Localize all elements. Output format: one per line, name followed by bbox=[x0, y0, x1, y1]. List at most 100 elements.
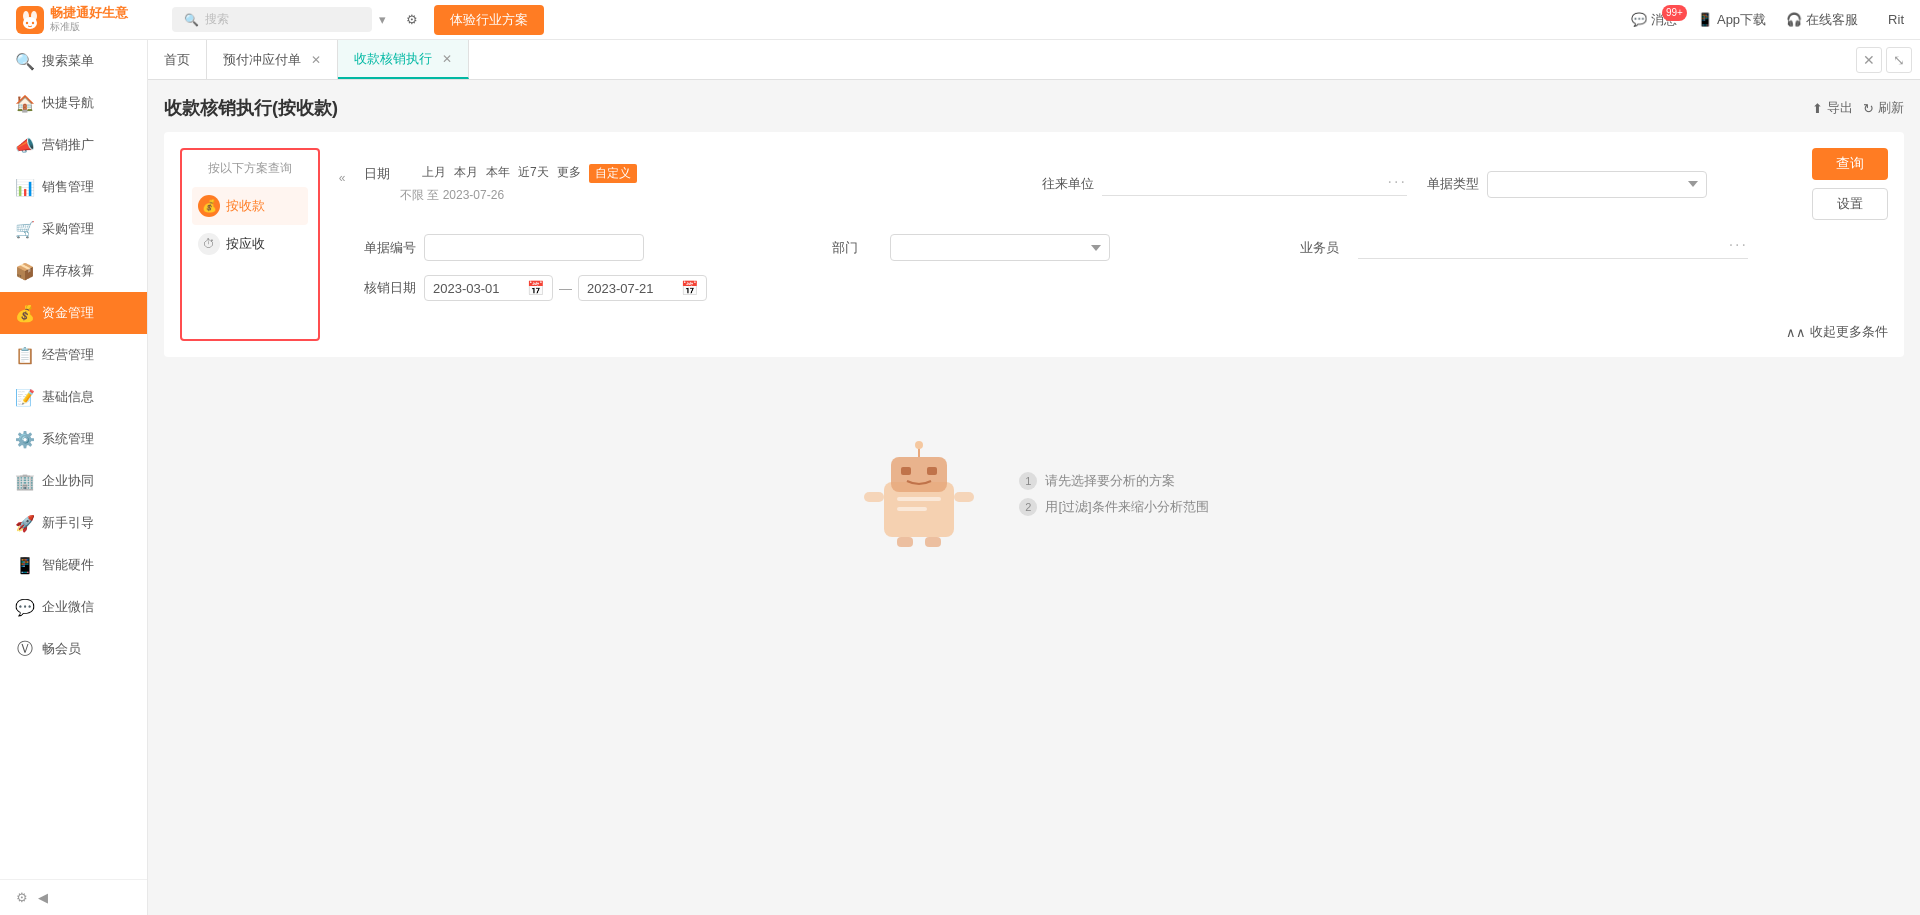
settings-btn-filter[interactable]: 设置 bbox=[1812, 188, 1888, 220]
basic-info-icon: 📝 bbox=[16, 388, 34, 406]
sidebar-item-marketing[interactable]: 📣 营销推广 bbox=[0, 124, 147, 166]
empty-tip-2: 2 用[过滤]条件来缩小分析范围 bbox=[1019, 498, 1208, 516]
sidebar-settings-icon[interactable]: ⚙ bbox=[16, 890, 28, 905]
tab-prepay[interactable]: 预付冲应付单 ✕ bbox=[207, 40, 338, 79]
date-this-month[interactable]: 本月 bbox=[454, 164, 478, 183]
svg-rect-14 bbox=[897, 497, 941, 501]
tab-receipt-verify[interactable]: 收款核销执行 ✕ bbox=[338, 40, 469, 79]
verify-date-range: 📅 — 📅 bbox=[424, 275, 707, 301]
sidebar-item-ops[interactable]: 📋 经营管理 bbox=[0, 334, 147, 376]
sidebar-item-hardware[interactable]: 📱 智能硬件 bbox=[0, 544, 147, 586]
tab-close-all-btn[interactable]: ✕ bbox=[1856, 47, 1882, 73]
date-this-year[interactable]: 本年 bbox=[486, 164, 510, 183]
tab-home[interactable]: 首页 bbox=[148, 40, 207, 79]
sidebar-item-basic-info[interactable]: 📝 基础信息 bbox=[0, 376, 147, 418]
sidebar-collapse-icon[interactable]: ◀ bbox=[38, 890, 48, 905]
sidebar-item-label-wechat: 企业微信 bbox=[42, 598, 94, 616]
user-name[interactable]: Rit bbox=[1888, 12, 1904, 27]
sidebar-bottom: ⚙ ◀ bbox=[0, 879, 147, 915]
sidebar-item-search-menu[interactable]: 🔍 搜索菜单 bbox=[0, 40, 147, 82]
date-last-month[interactable]: 上月 bbox=[422, 164, 446, 183]
sidebar-item-wechat[interactable]: 💬 企业微信 bbox=[0, 586, 147, 628]
verify-date-start-input[interactable] bbox=[433, 281, 523, 296]
filter-collapse-btn[interactable]: « bbox=[332, 158, 352, 198]
sidebar-item-sales[interactable]: 📊 销售管理 bbox=[0, 166, 147, 208]
export-btn[interactable]: ⬆ 导出 bbox=[1812, 99, 1853, 117]
query-btn[interactable]: 查询 bbox=[1812, 148, 1888, 180]
sidebar-item-quick-nav[interactable]: 🏠 快捷导航 bbox=[0, 82, 147, 124]
refresh-icon: ↻ bbox=[1863, 101, 1874, 116]
verify-date-start-calendar-icon[interactable]: 📅 bbox=[527, 280, 544, 296]
app-name: 畅捷通好生意 bbox=[50, 5, 128, 21]
sidebar-item-label-sales: 销售管理 bbox=[42, 178, 94, 196]
search-menu-icon: 🔍 bbox=[16, 52, 34, 70]
top-bar-right: 💬 消息 99+ 📱 App下载 🎧 在线客服 Rit bbox=[1631, 11, 1904, 29]
filter-option-by-payable[interactable]: ⏱ 按应收 bbox=[192, 225, 308, 263]
online-service-btn[interactable]: 🎧 在线客服 bbox=[1786, 11, 1858, 29]
main-layout: 🔍 搜索菜单 🏠 快捷导航 📣 营销推广 📊 销售管理 🛒 采购管理 📦 库存核… bbox=[0, 40, 1920, 915]
svg-rect-17 bbox=[925, 537, 941, 547]
filter-row-3: 核销日期 📅 — 📅 bbox=[364, 275, 1888, 301]
sidebar-item-sys-mgmt[interactable]: ⚙️ 系统管理 bbox=[0, 418, 147, 460]
wechat-icon: 💬 bbox=[16, 598, 34, 616]
filter-sidebar: 按以下方案查询 💰 按收款 ⏱ 按应收 bbox=[180, 148, 320, 341]
settings-icon[interactable]: ⚙ bbox=[398, 6, 426, 34]
tip-text-2: 用[过滤]条件来缩小分析范围 bbox=[1045, 498, 1208, 516]
finance-icon: 💰 bbox=[16, 304, 34, 322]
tab-maximize-btn[interactable]: ⤡ bbox=[1886, 47, 1912, 73]
svg-rect-8 bbox=[901, 467, 911, 475]
by-payable-label: 按应收 bbox=[226, 235, 265, 253]
date-custom[interactable]: 自定义 bbox=[589, 164, 637, 183]
date-more[interactable]: 更多 bbox=[557, 164, 581, 183]
filter-group-staff: 业务员 ··· bbox=[1300, 236, 1748, 259]
svg-point-4 bbox=[26, 21, 28, 23]
svg-rect-16 bbox=[897, 537, 913, 547]
dept-select[interactable] bbox=[890, 234, 1110, 261]
member-icon: Ⓥ bbox=[16, 640, 34, 658]
verify-date-end-input[interactable] bbox=[587, 281, 677, 296]
dropdown-btn[interactable]: ▾ bbox=[372, 10, 392, 30]
verify-date-end-calendar-icon[interactable]: 📅 bbox=[681, 280, 698, 296]
refresh-btn[interactable]: ↻ 刷新 bbox=[1863, 99, 1904, 117]
hardware-icon: 📱 bbox=[16, 556, 34, 574]
doc-type-select[interactable] bbox=[1487, 171, 1707, 198]
doc-no-input[interactable] bbox=[424, 234, 644, 261]
page-content: 收款核销执行(按收款) ⬆ 导出 ↻ 刷新 按以下方案查询 bbox=[148, 80, 1920, 915]
export-label: 导出 bbox=[1827, 99, 1853, 117]
verify-date-label: 核销日期 bbox=[364, 279, 416, 297]
filter-row-2: 单据编号 部门 业务员 bbox=[364, 234, 1888, 261]
collapse-chevron-up-icon: ∧∧ bbox=[1786, 325, 1806, 340]
inventory-icon: 📦 bbox=[16, 262, 34, 280]
tab-receipt-verify-close[interactable]: ✕ bbox=[442, 52, 452, 66]
filter-option-by-receipt[interactable]: 💰 按收款 bbox=[192, 187, 308, 225]
tab-actions: ✕ ⤡ bbox=[1848, 40, 1920, 79]
guide-icon: 🚀 bbox=[16, 514, 34, 532]
sidebar-item-enterprise[interactable]: 🏢 企业协同 bbox=[0, 460, 147, 502]
search-bar[interactable]: 🔍 搜索 bbox=[172, 7, 372, 32]
date-7days[interactable]: 近7天 bbox=[518, 164, 549, 183]
sidebar-item-guide[interactable]: 🚀 新手引导 bbox=[0, 502, 147, 544]
sales-icon: 📊 bbox=[16, 178, 34, 196]
app-download-btn[interactable]: 📱 App下载 bbox=[1697, 11, 1766, 29]
partner-dots-btn[interactable]: ··· bbox=[1388, 173, 1407, 191]
sidebar-item-inventory[interactable]: 📦 库存核算 bbox=[0, 250, 147, 292]
date-links: 上月 本月 本年 近7天 更多 自定义 bbox=[422, 164, 637, 183]
solution-btn[interactable]: 体验行业方案 bbox=[434, 5, 544, 35]
search-icon: 🔍 bbox=[184, 13, 199, 27]
message-btn[interactable]: 💬 消息 99+ bbox=[1631, 11, 1677, 29]
sidebar-item-purchase[interactable]: 🛒 采购管理 bbox=[0, 208, 147, 250]
sidebar-item-finance[interactable]: 💰 资金管理 bbox=[0, 292, 147, 334]
sys-mgmt-icon: ⚙️ bbox=[16, 430, 34, 448]
sidebar-item-member[interactable]: Ⓥ 畅会员 bbox=[0, 628, 147, 670]
app-download-icon: 📱 bbox=[1697, 12, 1713, 27]
staff-dots-btn[interactable]: ··· bbox=[1729, 236, 1748, 254]
svg-point-5 bbox=[32, 21, 34, 23]
svg-rect-7 bbox=[891, 457, 947, 492]
verify-date-separator: — bbox=[559, 281, 572, 296]
tip-num-2: 2 bbox=[1019, 498, 1037, 516]
collapse-more-btn[interactable]: ∧∧ 收起更多条件 bbox=[364, 323, 1888, 341]
sidebar: 🔍 搜索菜单 🏠 快捷导航 📣 营销推广 📊 销售管理 🛒 采购管理 📦 库存核… bbox=[0, 40, 148, 915]
filter-group-doc-no: 单据编号 bbox=[364, 234, 812, 261]
tab-prepay-close[interactable]: ✕ bbox=[311, 53, 321, 67]
sidebar-item-label-search-menu: 搜索菜单 bbox=[42, 52, 94, 70]
